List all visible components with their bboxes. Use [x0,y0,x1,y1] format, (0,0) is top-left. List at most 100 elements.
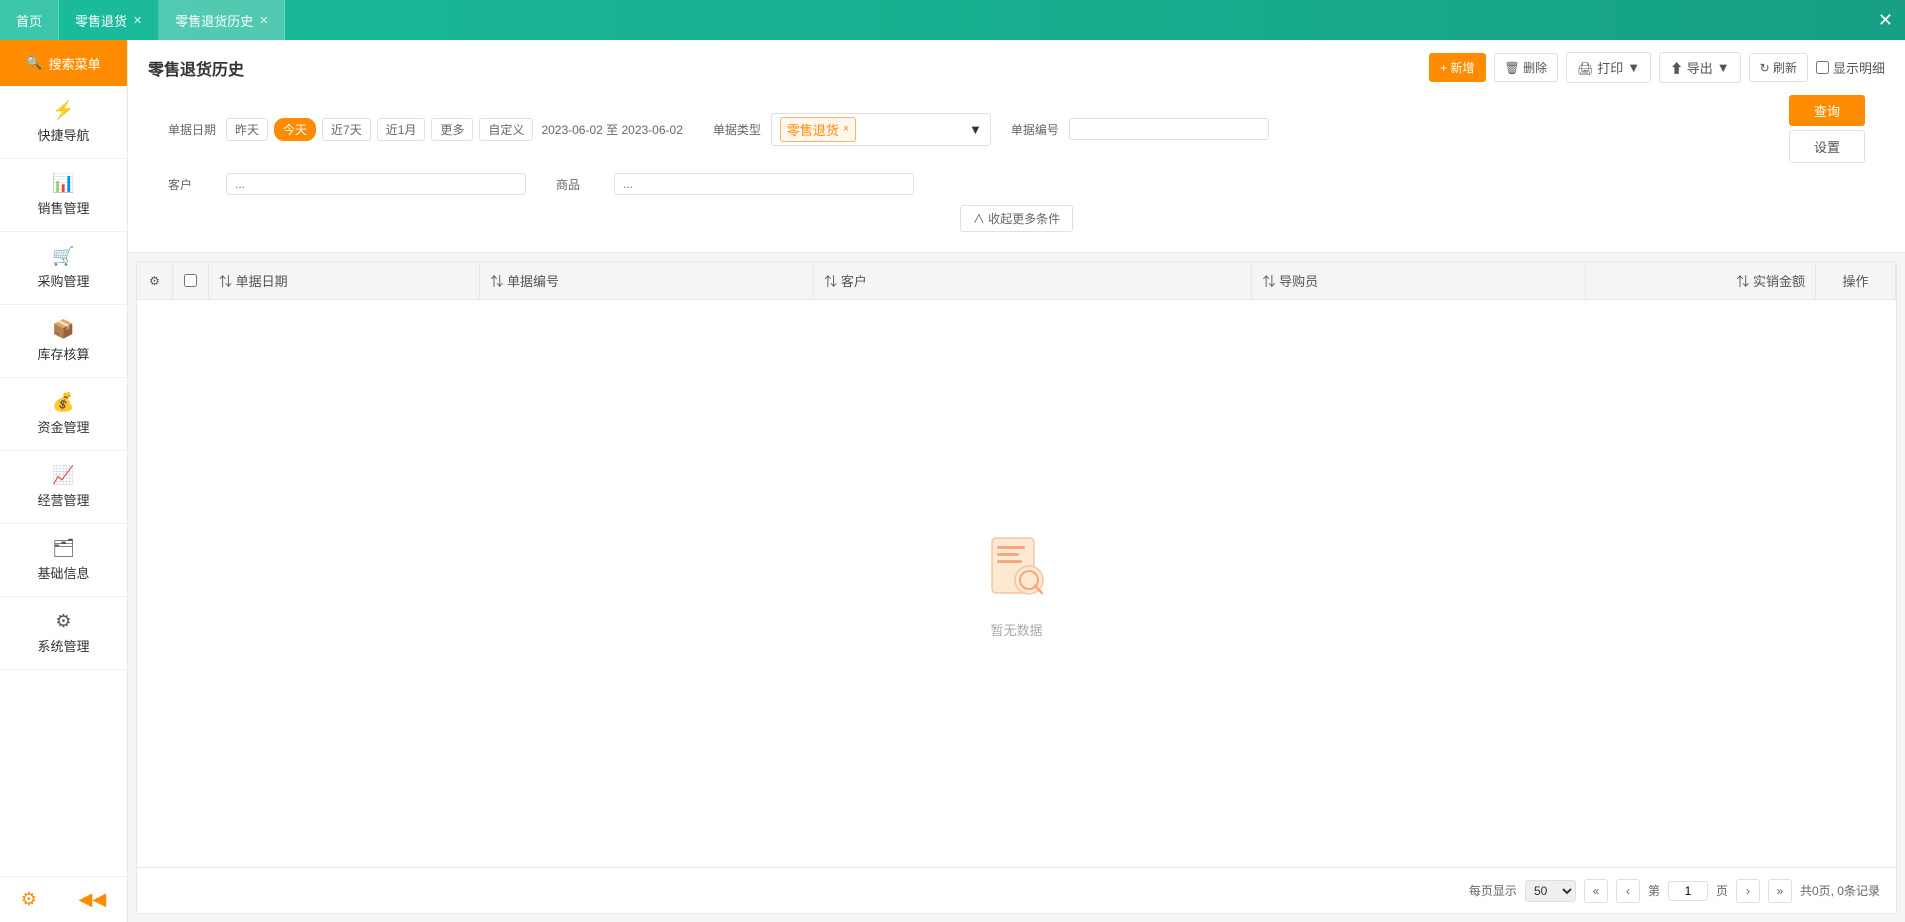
table-header: ⚙ ⇅ 单据日期 ⇅ 单据编号 ⇅ 客户 ⇅ 导购员 ⇅ 实销金额 [137,262,1896,300]
per-page-select[interactable]: 10 20 50 100 [1525,880,1576,902]
sidebar-item-sys-mgmt[interactable]: ⚙ 系统管理 [0,597,127,670]
sidebar-bottom: ⚙ ◀◀ [0,876,127,922]
prev-page-button[interactable]: ‹ [1616,879,1640,903]
page-total: 共0页, 0条记录 [1800,882,1880,899]
export-dropdown-icon: ▼ [1717,60,1730,75]
display-detail-checkbox[interactable]: 显示明细 [1816,58,1885,77]
tab-retail-return[interactable]: 零售退货 ✕ [59,0,159,40]
th-number: ⇅ 单据编号 [480,262,814,299]
sidebar-item-quick-nav[interactable]: ⚡ 快捷导航 [0,86,127,159]
per-page-label: 每页显示 [1469,882,1517,899]
th-amount: ⇅ 实销金额 [1586,262,1816,299]
sidebar-item-quick-nav-label: 快捷导航 [37,125,89,144]
th-guide: ⇅ 导购员 [1252,262,1586,299]
tab-retail-return-history[interactable]: 零售退货历史 ✕ [159,0,285,40]
sidebar-settings-icon[interactable]: ⚙ [21,889,37,910]
search-menu-button[interactable]: 🔍 搜索菜单 [0,40,127,86]
tab-home-label: 首页 [16,11,42,30]
date-btn-1month[interactable]: 近1月 [377,118,426,141]
doctype-tag-close[interactable]: × [843,123,849,135]
doctype-select-arrow: ▼ [969,122,982,137]
page-title: 零售退货历史 [148,56,244,80]
sidebar-sound-icon[interactable]: ◀◀ [79,889,107,910]
filter-actions: 查询 设置 [1789,95,1865,163]
tab-home[interactable]: 首页 [0,0,59,40]
sidebar-item-purchase-mgmt[interactable]: 🛒 采购管理 [0,232,127,305]
search-icon: 🔍 [26,55,42,71]
sidebar-item-inventory-check-label: 库存核算 [37,344,89,363]
window-close-button[interactable]: ✕ [1878,10,1905,31]
goods-filter-field: 商品 [556,173,914,195]
delete-button[interactable]: 🗑 删除 [1494,53,1559,82]
date-filter-label: 单据日期 [168,121,218,138]
page-number-input[interactable] [1668,881,1708,901]
customer-input[interactable] [226,173,526,195]
th-customer-label: ⇅ 客户 [824,271,867,290]
query-button[interactable]: 查询 [1789,95,1865,126]
sidebar-item-basic-info[interactable]: 🗂 基础信息 [0,524,127,597]
date-btn-yesterday[interactable]: 昨天 [226,118,268,141]
quick-nav-icon: ⚡ [52,100,74,121]
display-detail-label: 显示明细 [1833,58,1885,77]
purchase-mgmt-icon: 🛒 [52,246,74,267]
date-btn-7days[interactable]: 近7天 [322,118,371,141]
filter-section: 单据日期 昨天 今天 近7天 近1月 更多 自定义 2023-06-02 至 2… [148,95,1885,252]
tab-retail-return-history-close[interactable]: ✕ [259,14,268,27]
first-page-button[interactable]: « [1584,879,1608,903]
date-filter-buttons: 昨天 今天 近7天 近1月 更多 自定义 [226,118,533,141]
top-bar: 首页 零售退货 ✕ 零售退货历史 ✕ ✕ [0,0,1905,40]
tab-bar: 首页 零售退货 ✕ 零售退货历史 ✕ [0,0,1878,40]
sidebar-item-inventory-check[interactable]: 📦 库存核算 [0,305,127,378]
sidebar-item-purchase-mgmt-label: 采购管理 [37,271,89,290]
inventory-check-icon: 📦 [52,319,74,340]
tab-retail-return-history-label: 零售退货历史 [175,11,253,30]
display-detail-input[interactable] [1816,61,1829,74]
th-customer: ⇅ 客户 [814,262,1252,299]
sidebar-item-ops-mgmt[interactable]: 📈 经营管理 [0,451,127,524]
docnumber-filter-field: 单据编号 [1011,118,1269,140]
doctype-filter-field: 单据类型 零售退货 × ▼ [713,113,991,146]
finance-mgmt-icon: 💰 [52,392,74,413]
basic-info-icon: 🗂 [52,538,75,559]
export-label: ⬆ 导出 [1670,58,1713,77]
last-page-button[interactable]: » [1768,879,1792,903]
date-btn-custom[interactable]: 自定义 [479,118,533,141]
refresh-button[interactable]: ↻ 刷新 [1749,53,1808,82]
sidebar-item-basic-info-label: 基础信息 [37,563,89,582]
empty-icon [977,528,1057,608]
date-btn-today[interactable]: 今天 [274,118,316,141]
goods-input[interactable] [614,173,914,195]
date-btn-more[interactable]: 更多 [431,118,473,141]
sidebar-item-sales-mgmt[interactable]: 📊 销售管理 [0,159,127,232]
next-page-button[interactable]: › [1736,879,1760,903]
print-label: 🖨 打印 [1577,58,1623,77]
doctype-select[interactable]: 零售退货 × ▼ [771,113,991,146]
export-button[interactable]: ⬆ 导出 ▼ [1659,52,1741,83]
sidebar-item-finance-mgmt-label: 资金管理 [37,417,89,436]
sidebar-item-finance-mgmt[interactable]: 💰 资金管理 [0,378,127,451]
print-button[interactable]: 🖨 打印 ▼ [1566,52,1651,83]
select-all-checkbox[interactable] [184,274,197,287]
sidebar-item-sys-mgmt-label: 系统管理 [37,636,89,655]
th-checkbox[interactable] [173,262,209,299]
date-range-display: 2023-06-02 至 2023-06-02 [541,121,682,138]
customer-filter-label: 客户 [168,176,218,193]
sidebar-item-ops-mgmt-label: 经营管理 [37,490,89,509]
add-button[interactable]: + 新增 [1429,53,1485,82]
docnumber-filter-label: 单据编号 [1011,121,1061,138]
docnumber-input[interactable] [1069,118,1269,140]
th-settings[interactable]: ⚙ [137,262,173,299]
filter-settings-button[interactable]: 设置 [1789,130,1865,163]
collapse-button[interactable]: ∧ 收起更多条件 [960,205,1073,232]
th-action: 操作 [1816,262,1896,299]
collapse-row: ∧ 收起更多条件 [168,205,1865,252]
goods-filter-label: 商品 [556,176,606,193]
page-suffix-label: 页 [1716,882,1728,899]
print-dropdown-icon: ▼ [1627,60,1640,75]
main-layout: 🔍 搜索菜单 ⚡ 快捷导航 📊 销售管理 🛒 采购管理 📦 库存核算 💰 资金管… [0,40,1905,922]
tab-retail-return-close[interactable]: ✕ [133,14,142,27]
page-header: 零售退货历史 + 新增 🗑 删除 🖨 打印 ▼ ⬆ 导出 ▼ ↻ 刷新 [128,40,1905,253]
page-title-row: 零售退货历史 + 新增 🗑 删除 🖨 打印 ▼ ⬆ 导出 ▼ ↻ 刷新 [148,52,1885,83]
th-date: ⇅ 单据日期 [209,262,480,299]
toolbar: + 新增 🗑 删除 🖨 打印 ▼ ⬆ 导出 ▼ ↻ 刷新 显示明细 [1429,52,1885,83]
